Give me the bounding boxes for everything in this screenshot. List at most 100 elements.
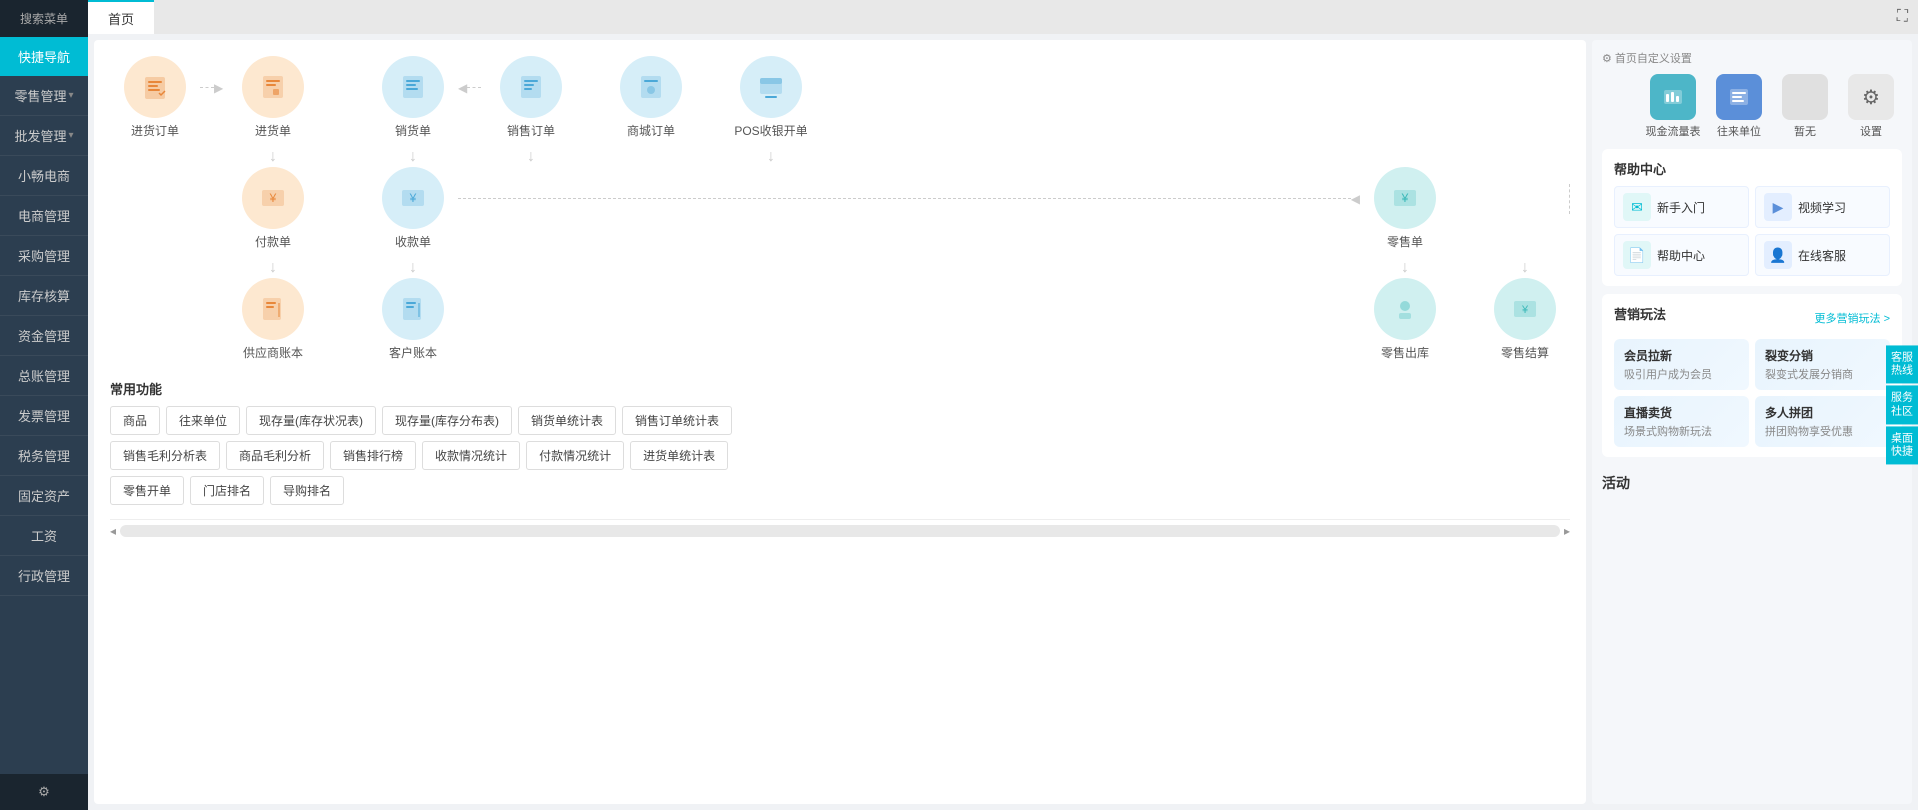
func-btn-guide-rank[interactable]: 导购排名 [270,476,344,505]
flow-node-receipt[interactable]: ¥ 收款单 [368,167,458,250]
func-btn-goods-profit[interactable]: 商品毛利分析 [226,441,324,470]
func-btn-sales-rank[interactable]: 销售排行榜 [330,441,416,470]
receipt-icon: ¥ [382,167,444,229]
scroll-area: ◂ ▸ [110,519,1570,538]
sidebar-item-assets[interactable]: 固定资产 [0,476,88,516]
sidebar-settings[interactable]: ⚙ [0,774,88,810]
func-row-3: 零售开单 门店排名 导购排名 [110,476,1570,505]
qa-item-partners[interactable]: 往来单位 [1708,74,1770,139]
flow-node-payment[interactable]: ¥ 付款单 [228,167,318,250]
func-btn-partners[interactable]: 往来单位 [166,406,240,435]
marketing-card: 营销玩法 更多营销玩法 > 会员拉新 吸引用户成为会员 裂变分销 裂变式发展分销… [1602,294,1902,457]
flow-node-sale-order[interactable]: 销售订单 [486,56,576,139]
sidebar-item-inventory[interactable]: 库存核算 [0,276,88,316]
sidebar-item-admin[interactable]: 行政管理 [0,556,88,596]
help-grid: ✉ 新手入门 ▶ 视频学习 📄 帮助中心 👤 在线客服 [1614,186,1890,276]
func-btn-retail-order[interactable]: 零售开单 [110,476,184,505]
flow-node-purchase-order[interactable]: 进货订单 [110,56,200,139]
purchase-icon [242,56,304,118]
sidebar: 搜索菜单 快捷导航 零售管理 ▾ 批发管理 ▾ 小畅电商 电商管理 采购管理 库… [0,0,88,810]
flow-node-purchase[interactable]: 进货单 [228,56,318,139]
qa-label-cashflow: 现金流量表 [1646,123,1701,139]
sidebar-item-ledger[interactable]: 总账管理 [0,356,88,396]
flow-node-retail-settle[interactable]: ¥ 零售结算 [1480,278,1570,361]
partners-icon [1716,74,1762,120]
flow-node-customer-book[interactable]: 客户账本 [368,278,458,361]
scroll-track[interactable] [120,525,1560,537]
sidebar-item-invoice[interactable]: 发票管理 [0,396,88,436]
retail-settle-icon: ¥ [1494,278,1556,340]
sidebar-item-retail[interactable]: 零售管理 ▾ [0,76,88,116]
more-marketing-link[interactable]: 更多营销玩法 > [1815,310,1890,326]
func-btn-payment-stat[interactable]: 付款情况统计 [526,441,624,470]
purchase-order-icon [124,56,186,118]
float-btn-service[interactable]: 客服热线 [1886,345,1918,383]
scroll-left-icon[interactable]: ◂ [110,524,116,538]
help-item-help[interactable]: 📄 帮助中心 [1614,234,1749,276]
flow-node-retail-out[interactable]: 零售出库 [1360,278,1450,361]
func-row-2: 销售毛利分析表 商品毛利分析 销售排行榜 收款情况统计 付款情况统计 进货单统计… [110,441,1570,470]
marketing-split[interactable]: 裂变分销 裂变式发展分销商 [1755,339,1890,390]
marketing-group[interactable]: 多人拼团 拼团购物享受优惠 [1755,396,1890,447]
qa-item-settings[interactable]: ⚙ 设置 [1840,74,1902,139]
main-area: 首页 ⛶ [88,0,1918,810]
marketing-grid: 会员拉新 吸引用户成为会员 裂变分销 裂变式发展分销商 直播卖货 场景式购物新玩… [1614,339,1890,447]
sidebar-item-wholesale[interactable]: 批发管理 ▾ [0,116,88,156]
func-btn-order-stat[interactable]: 销售订单统计表 [622,406,732,435]
help-item-video[interactable]: ▶ 视频学习 [1755,186,1890,228]
sidebar-item-ecom[interactable]: 小畅电商 [0,156,88,196]
sidebar-item-salary[interactable]: 工资 [0,516,88,556]
common-functions-title: 常用功能 [110,379,1570,398]
scroll-right-icon[interactable]: ▸ [1564,524,1570,538]
func-btn-profit-analysis[interactable]: 销售毛利分析表 [110,441,220,470]
flow-node-sales[interactable]: 销货单 [368,56,458,139]
cashflow-icon [1650,74,1696,120]
flow-row-1: 进货订单 ▶ [110,56,1570,139]
help-item-service[interactable]: 👤 在线客服 [1755,234,1890,276]
help-icon: 📄 [1623,241,1651,269]
supplier-book-icon [242,278,304,340]
func-btn-goods[interactable]: 商品 [110,406,160,435]
help-item-beginner[interactable]: ✉ 新手入门 [1614,186,1749,228]
func-btn-stock1[interactable]: 现存量(库存状况表) [246,406,376,435]
sidebar-item-purchase[interactable]: 采购管理 [0,236,88,276]
down-arrow-saleorder: ↓ [527,149,535,165]
flow-node-supplier-book[interactable]: 供应商账本 [228,278,318,361]
func-btn-sales-stat[interactable]: 销货单统计表 [518,406,616,435]
common-functions: 常用功能 商品 往来单位 现存量(库存状况表) 现存量(库存分布表) 销货单统计… [110,379,1570,511]
sidebar-item-tax[interactable]: 税务管理 [0,436,88,476]
marketing-title: 营销玩法 [1614,304,1666,323]
qa-label-settings: 设置 [1860,123,1882,139]
sidebar-search[interactable]: 搜索菜单 [0,0,88,37]
svg-text:¥: ¥ [1401,191,1409,205]
qa-item-empty[interactable]: 暂无 [1774,74,1836,139]
sales-icon [382,56,444,118]
flow-node-retail[interactable]: ¥ 零售单 [1360,167,1450,250]
qa-label-partners: 往来单位 [1717,123,1761,139]
marketing-live[interactable]: 直播卖货 场景式购物新玩法 [1614,396,1749,447]
float-btn-desktop[interactable]: 桌面快捷 [1886,426,1918,464]
flow-node-mall-order[interactable]: 商城订单 [606,56,696,139]
sidebar-item-ecom-mgmt[interactable]: 电商管理 [0,196,88,236]
video-icon: ▶ [1764,193,1792,221]
fullscreen-icon[interactable]: ⛶ [1897,8,1918,26]
left-panel: 进货订单 ▶ [94,40,1586,804]
func-btn-stock2[interactable]: 现存量(库存分布表) [382,406,512,435]
customize-link[interactable]: ⚙ 首页自定义设置 [1602,50,1692,66]
qa-item-cashflow[interactable]: 现金流量表 [1642,74,1704,139]
func-btn-store-rank[interactable]: 门店排名 [190,476,264,505]
tab-home[interactable]: 首页 [88,0,154,34]
flow-node-pos[interactable]: POS收银开单 [726,56,816,139]
activity-section: 活动 [1602,465,1902,497]
marketing-member[interactable]: 会员拉新 吸引用户成为会员 [1614,339,1749,390]
pos-icon [740,56,802,118]
func-btn-purchase-stat[interactable]: 进货单统计表 [630,441,728,470]
sidebar-nav[interactable]: 快捷导航 [0,37,88,76]
qa-label-empty: 暂无 [1794,123,1816,139]
svg-text:¥: ¥ [409,191,417,205]
flow-row-2: ¥ 付款单 ¥ 收款单 [110,167,1570,250]
sidebar-item-finance[interactable]: 资金管理 [0,316,88,356]
func-btn-receipt-stat[interactable]: 收款情况统计 [422,441,520,470]
sale-order-icon [500,56,562,118]
float-btn-community[interactable]: 服务社区 [1886,386,1918,424]
